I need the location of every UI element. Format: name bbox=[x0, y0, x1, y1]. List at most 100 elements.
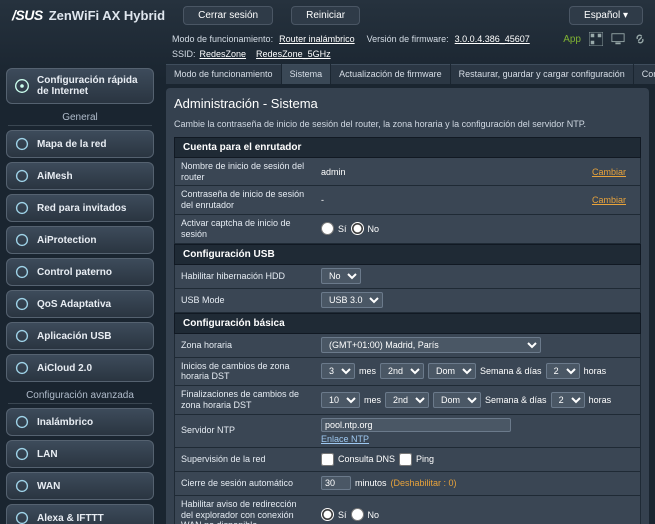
menu-icon bbox=[13, 231, 31, 249]
menu-icon bbox=[13, 477, 31, 495]
app-label: App bbox=[563, 34, 581, 45]
dns-query-checkbox[interactable] bbox=[321, 453, 334, 466]
weekday-label: Semana & días bbox=[485, 395, 547, 405]
sidebar-header-advanced: Configuración avanzada bbox=[8, 386, 152, 404]
yes-label: Sí bbox=[338, 224, 347, 234]
usb-mode-label: USB Mode bbox=[175, 292, 315, 309]
sidebar-quick-setup[interactable]: Configuración rápida de Internet bbox=[6, 68, 154, 104]
mes-label: mes bbox=[364, 395, 381, 405]
minutes-label: minutos bbox=[355, 478, 387, 488]
sidebar-item-label: AiProtection bbox=[37, 235, 96, 246]
tab-actualizaci-n-de-firmware[interactable]: Actualización de firmware bbox=[331, 64, 450, 84]
no-label: No bbox=[368, 510, 380, 520]
usb-mode-select[interactable]: USB 3.0 bbox=[321, 292, 383, 308]
no-label: No bbox=[368, 224, 380, 234]
captcha-no[interactable] bbox=[351, 222, 364, 235]
hdd-hiber-label: Habilitar hibernación HDD bbox=[175, 268, 315, 285]
ping-label: Ping bbox=[416, 454, 434, 464]
disable-note: (Deshabilitar : 0) bbox=[391, 478, 457, 488]
sidebar-item-lan[interactable]: LAN bbox=[6, 440, 154, 468]
timezone-select[interactable]: (GMT+01:00) Madrid, París bbox=[321, 337, 541, 353]
dst-start-week[interactable]: 2nd bbox=[380, 363, 424, 379]
ping-checkbox[interactable] bbox=[399, 453, 412, 466]
sidebar-item-label: Aplicación USB bbox=[37, 331, 111, 342]
logout-button[interactable]: Cerrar sesión bbox=[183, 6, 273, 25]
sidebar-item-aimesh[interactable]: AiMesh bbox=[6, 162, 154, 190]
sidebar-item-label: Inalámbrico bbox=[37, 417, 93, 428]
sidebar-item-control-paterno[interactable]: Control paterno bbox=[6, 258, 154, 286]
captcha-label: Activar captcha de inicio de sesión bbox=[175, 215, 315, 243]
weekday-label: Semana & días bbox=[480, 366, 542, 376]
sidebar-item-label: QoS Adaptativa bbox=[37, 299, 111, 310]
op-mode-label: Modo de funcionamiento: bbox=[172, 34, 273, 44]
sidebar-header-general: General bbox=[8, 108, 152, 126]
sidebar-item-alexa-ifttt[interactable]: Alexa & IFTTT bbox=[6, 504, 154, 524]
ssid-5[interactable]: RedesZone_5GHz bbox=[256, 49, 331, 59]
login-pass-label: Contraseña de inicio de sesión del enrut… bbox=[175, 186, 315, 214]
hours-label: horas bbox=[589, 395, 612, 405]
ntp-server-input[interactable] bbox=[321, 418, 511, 432]
autologout-label: Cierre de sesión automático bbox=[175, 475, 315, 492]
sidebar-item-label: AiMesh bbox=[37, 171, 73, 182]
desktop-icon[interactable] bbox=[611, 32, 625, 46]
dst-end-hour[interactable]: 2 bbox=[551, 392, 585, 408]
menu-icon bbox=[13, 199, 31, 217]
ntp-link[interactable]: Enlace NTP bbox=[321, 434, 369, 444]
menu-icon bbox=[13, 263, 31, 281]
sidebar-item-mapa-de-la-red[interactable]: Mapa de la red bbox=[6, 130, 154, 158]
login-pass-value: - bbox=[321, 195, 324, 205]
ssid-24[interactable]: RedesZone bbox=[200, 49, 247, 59]
op-mode-value[interactable]: Router inalámbrico bbox=[279, 34, 355, 44]
fw-label: Versión de firmware: bbox=[367, 34, 449, 44]
page-title: Administración - Sistema bbox=[174, 96, 641, 111]
link-icon[interactable] bbox=[633, 32, 647, 46]
tab-restaurar-guardar-y-cargar-configuraci-n[interactable]: Restaurar, guardar y cargar configuració… bbox=[451, 64, 633, 84]
wan-down-yes[interactable] bbox=[321, 508, 334, 521]
menu-icon bbox=[13, 359, 31, 377]
sidebar-item-red-para-invitados[interactable]: Red para invitados bbox=[6, 194, 154, 222]
dns-query-label: Consulta DNS bbox=[338, 454, 395, 464]
brand-logo: /SUS bbox=[12, 7, 43, 23]
dst-end-month[interactable]: 10 bbox=[321, 392, 360, 408]
section-basic: Configuración básica bbox=[174, 313, 641, 334]
chevron-down-icon: ▾ bbox=[623, 10, 628, 21]
language-select[interactable]: Español ▾ bbox=[569, 6, 643, 25]
timezone-label: Zona horaria bbox=[175, 337, 315, 354]
login-name-value: admin bbox=[321, 167, 346, 177]
sidebar-item-aiprotection[interactable]: AiProtection bbox=[6, 226, 154, 254]
menu-icon bbox=[13, 327, 31, 345]
sidebar-item-qos-adaptativa[interactable]: QoS Adaptativa bbox=[6, 290, 154, 318]
autologout-input[interactable] bbox=[321, 476, 351, 490]
sidebar-item-label: WAN bbox=[37, 481, 60, 492]
fw-version[interactable]: 3.0.0.4.386_45607 bbox=[455, 34, 530, 44]
hdd-hiber-select[interactable]: No bbox=[321, 268, 361, 284]
sidebar-item-inal-mbrico[interactable]: Inalámbrico bbox=[6, 408, 154, 436]
qr-icon[interactable] bbox=[589, 32, 603, 46]
reboot-button[interactable]: Reiniciar bbox=[291, 6, 360, 25]
dst-start-month[interactable]: 3 bbox=[321, 363, 355, 379]
tab-sistema[interactable]: Sistema bbox=[282, 64, 331, 84]
ssid-label: SSID: bbox=[172, 49, 196, 59]
captcha-yes[interactable] bbox=[321, 222, 334, 235]
dst-start-label: Inicios de cambios de zona horaria DST bbox=[175, 358, 315, 386]
mes-label: mes bbox=[359, 366, 376, 376]
page-desc: Cambie la contraseña de inicio de sesión… bbox=[174, 119, 641, 129]
tab-modo-de-funcionamiento[interactable]: Modo de funcionamiento bbox=[166, 64, 281, 84]
sidebar-item-aplicaci-n-usb[interactable]: Aplicación USB bbox=[6, 322, 154, 350]
menu-icon bbox=[13, 509, 31, 524]
change-password[interactable]: Cambiar bbox=[592, 195, 626, 205]
wan-down-no[interactable] bbox=[351, 508, 364, 521]
dst-start-day[interactable]: Dom bbox=[428, 363, 476, 379]
sidebar-item-wan[interactable]: WAN bbox=[6, 472, 154, 500]
dst-end-day[interactable]: Dom bbox=[433, 392, 481, 408]
menu-icon bbox=[13, 295, 31, 313]
change-login-name[interactable]: Cambiar bbox=[592, 167, 626, 177]
sidebar: Configuración rápida de Internet General… bbox=[0, 64, 160, 524]
tabs: Modo de funcionamientoSistemaActualizaci… bbox=[166, 64, 649, 84]
sidebar-item-aicloud-2-0[interactable]: AiCloud 2.0 bbox=[6, 354, 154, 382]
tab-comentario[interactable]: Comentario bbox=[634, 64, 655, 84]
menu-icon bbox=[13, 135, 31, 153]
menu-icon bbox=[13, 413, 31, 431]
dst-end-week[interactable]: 2nd bbox=[385, 392, 429, 408]
dst-start-hour[interactable]: 2 bbox=[546, 363, 580, 379]
